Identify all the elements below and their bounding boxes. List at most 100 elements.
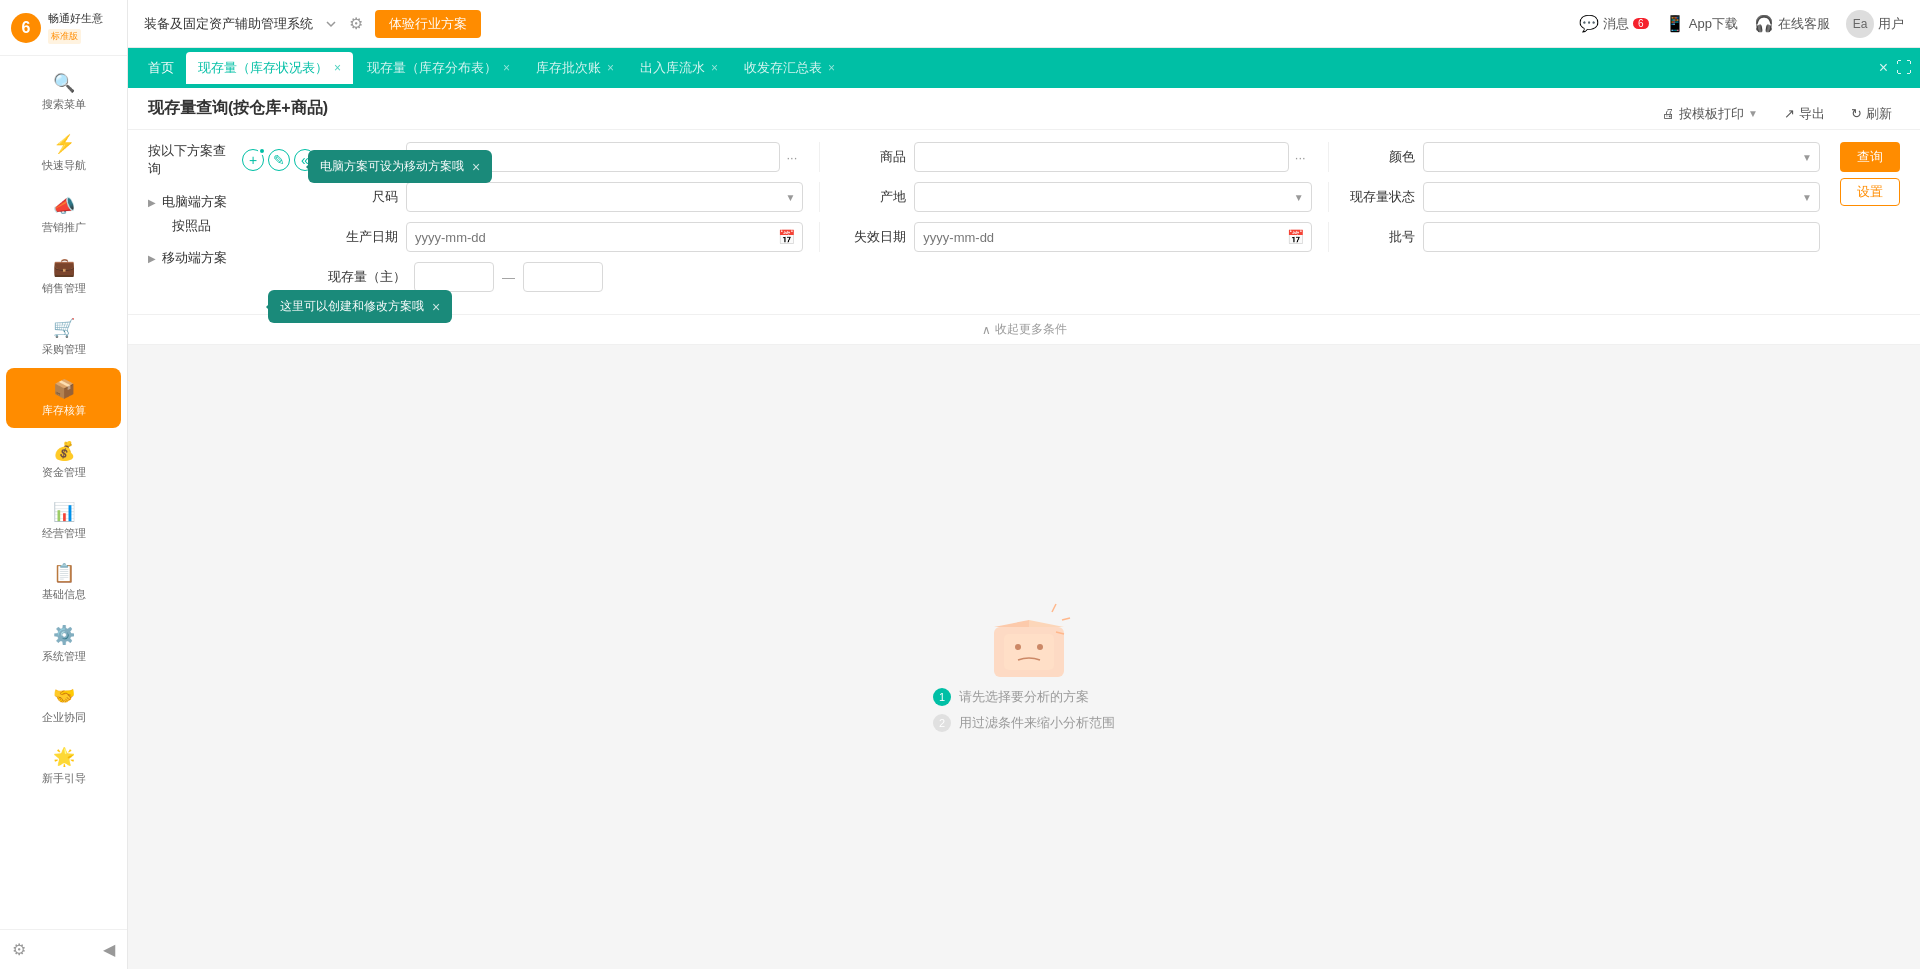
refresh-btn[interactable]: ↻ 刷新	[1843, 101, 1900, 127]
color-field: 颜色	[1345, 142, 1820, 172]
page-header: 现存量查询(按仓库+商品) 🖨 按模板打印 ▼ ↗ 导出 ↻ 刷新	[128, 88, 1920, 130]
message-badge: 6	[1633, 18, 1649, 29]
goods-dots[interactable]: ···	[1289, 150, 1312, 165]
sidebar-item-search[interactable]: 🔍 搜索菜单	[6, 62, 121, 121]
sidebar-item-finance[interactable]: 💰 资金管理	[6, 430, 121, 489]
add-icon: +	[249, 152, 257, 168]
tab-receive-summary-close[interactable]: ×	[828, 62, 835, 74]
print-template-btn[interactable]: 🖨 按模板打印 ▼	[1654, 101, 1766, 127]
scheme-sub-item[interactable]: 按照品	[148, 214, 316, 238]
step-2-text: 用过滤条件来缩小分析范围	[959, 714, 1115, 732]
nav-label-finance: 资金管理	[42, 465, 86, 479]
inventory-main-input-to[interactable]	[523, 262, 603, 292]
sidebar-item-inventory[interactable]: 📦 库存核算	[6, 368, 121, 427]
nav-label-search: 搜索菜单	[42, 97, 86, 111]
tab-close-all-icon[interactable]: ×	[1879, 59, 1888, 77]
scheme-mobile[interactable]: ▶ 移动端方案	[148, 246, 316, 270]
filter-section: 电脑方案可设为移动方案哦 × 这里可以创建和修改方案哦 × 按以下方案查询 +	[128, 130, 1920, 315]
empty-state: 1 请先选择要分析的方案 2 用过滤条件来缩小分析范围	[128, 345, 1920, 969]
goods-label: 商品	[836, 148, 906, 166]
inventory-main-field: 现存量（主） —	[328, 262, 820, 292]
filter-fields-col: 仓库 ··· 商品 ··· 颜色	[328, 142, 1820, 302]
nav-label-sales: 销售管理	[42, 281, 86, 295]
online-service-action[interactable]: 🎧 在线客服	[1754, 14, 1830, 33]
content-area: 现存量查询(按仓库+商品) 🖨 按模板打印 ▼ ↗ 导出 ↻ 刷新	[128, 88, 1920, 969]
settings-icon[interactable]: ⚙	[349, 14, 363, 33]
batch-no-input[interactable]	[1423, 222, 1820, 252]
system-title: 装备及固定资产辅助管理系统	[144, 15, 313, 33]
inventory-main-input-from[interactable]	[414, 262, 494, 292]
tab-inventory-status-close[interactable]: ×	[334, 62, 341, 74]
tab-home[interactable]: 首页	[136, 59, 186, 77]
export-btn[interactable]: ↗ 导出	[1776, 101, 1833, 127]
filter-row-3: 生产日期 📅 失效日期 📅	[328, 222, 1820, 252]
collapse-btn[interactable]: ∧ 收起更多条件	[982, 321, 1067, 338]
sidebar-item-system[interactable]: ⚙️ 系统管理	[6, 614, 121, 673]
settings-bottom-icon[interactable]: ⚙	[12, 940, 26, 959]
filter-row-2: 尺码 产地	[328, 182, 1820, 212]
origin-select[interactable]	[914, 182, 1311, 212]
expiry-date-label: 失效日期	[836, 228, 906, 246]
inventory-status-label: 现存量状态	[1345, 188, 1415, 206]
step-1-text: 请先选择要分析的方案	[959, 688, 1089, 706]
edit-tooltip-close[interactable]: ×	[432, 300, 440, 314]
size-select[interactable]	[406, 182, 803, 212]
tab-inventory-status-label: 现存量（库存状况表）	[198, 59, 328, 77]
search-btn[interactable]: 查询	[1840, 142, 1900, 172]
expiry-date-icon[interactable]: 📅	[1287, 229, 1304, 245]
scheme-desktop-arrow: ▶	[148, 197, 156, 208]
collapse-sidebar-icon[interactable]: ◀	[103, 940, 115, 959]
tab-batch-account-close[interactable]: ×	[607, 62, 614, 74]
color-select[interactable]	[1423, 142, 1820, 172]
origin-field: 产地	[836, 182, 1311, 212]
user-action[interactable]: Ea 用户	[1846, 10, 1904, 38]
inventory-status-select[interactable]	[1423, 182, 1820, 212]
tab-inventory-status[interactable]: 现存量（库存状况表） ×	[186, 52, 353, 84]
tab-inventory-dist[interactable]: 现存量（库存分布表） ×	[355, 52, 522, 84]
sidebar-item-basic[interactable]: 📋 基础信息	[6, 552, 121, 611]
sidebar-item-quick-nav[interactable]: ⚡ 快速导航	[6, 123, 121, 182]
sidebar-item-guide[interactable]: 🌟 新手引导	[6, 736, 121, 795]
empty-illustration	[974, 582, 1074, 672]
size-label: 尺码	[328, 188, 398, 206]
tab-bar: 首页 现存量（库存状况表） × 现存量（库存分布表） × 库存批次账 × 出入库…	[128, 48, 1920, 88]
logo-title: 畅通好生意	[48, 11, 103, 26]
reset-btn[interactable]: 设置	[1840, 178, 1900, 206]
svg-text:6: 6	[22, 19, 31, 36]
tab-inout-flow[interactable]: 出入库流水 ×	[628, 52, 730, 84]
warehouse-dots[interactable]: ···	[780, 150, 803, 165]
goods-input[interactable]	[914, 142, 1288, 172]
scheme-tooltip-close[interactable]: ×	[472, 160, 480, 174]
sidebar-item-operations[interactable]: 📊 经营管理	[6, 491, 121, 550]
sidebar-item-sales[interactable]: 💼 销售管理	[6, 246, 121, 305]
tab-inout-flow-close[interactable]: ×	[711, 62, 718, 74]
expiry-date-input[interactable]	[914, 222, 1311, 252]
tab-receive-summary[interactable]: 收发存汇总表 ×	[732, 52, 847, 84]
sidebar: 6 畅通好生意 标准版 🔍 搜索菜单 ⚡ 快速导航 📣 营销推广 💼 销售管理 …	[0, 0, 128, 969]
sidebar-item-enterprise[interactable]: 🤝 企业协同	[6, 675, 121, 734]
header-right: 💬 消息 6 📱 App下载 🎧 在线客服 Ea 用户	[1579, 10, 1904, 38]
scheme-desktop[interactable]: ▶ 电脑端方案	[148, 190, 316, 214]
app-download-action[interactable]: 📱 App下载	[1665, 14, 1738, 33]
add-scheme-btn[interactable]: +	[242, 149, 264, 171]
production-date-icon[interactable]: 📅	[778, 229, 795, 245]
tab-expand-icon[interactable]: ⛶	[1896, 59, 1912, 77]
system-dropdown[interactable]	[325, 18, 337, 30]
message-action[interactable]: 💬 消息 6	[1579, 14, 1649, 33]
trial-btn[interactable]: 体验行业方案	[375, 10, 481, 38]
sidebar-item-marketing[interactable]: 📣 营销推广	[6, 185, 121, 244]
edit-scheme-btn[interactable]: ✎	[268, 149, 290, 171]
nav-label-system: 系统管理	[42, 649, 86, 663]
sidebar-item-purchase[interactable]: 🛒 采购管理	[6, 307, 121, 366]
nav-label-operations: 经营管理	[42, 526, 86, 540]
tab-batch-account[interactable]: 库存批次账 ×	[524, 52, 626, 84]
header-left: 装备及固定资产辅助管理系统 ⚙ 体验行业方案	[144, 10, 481, 38]
logo-text-area: 畅通好生意 标准版	[48, 11, 103, 43]
logo-badge: 标准版	[48, 29, 81, 44]
tab-inventory-dist-close[interactable]: ×	[503, 62, 510, 74]
production-date-input[interactable]	[406, 222, 803, 252]
active-dot	[258, 147, 266, 155]
filter-header: 按以下方案查询 + ✎ «	[148, 142, 316, 178]
refresh-label: 刷新	[1866, 105, 1892, 123]
step-num-1: 1	[933, 688, 951, 706]
